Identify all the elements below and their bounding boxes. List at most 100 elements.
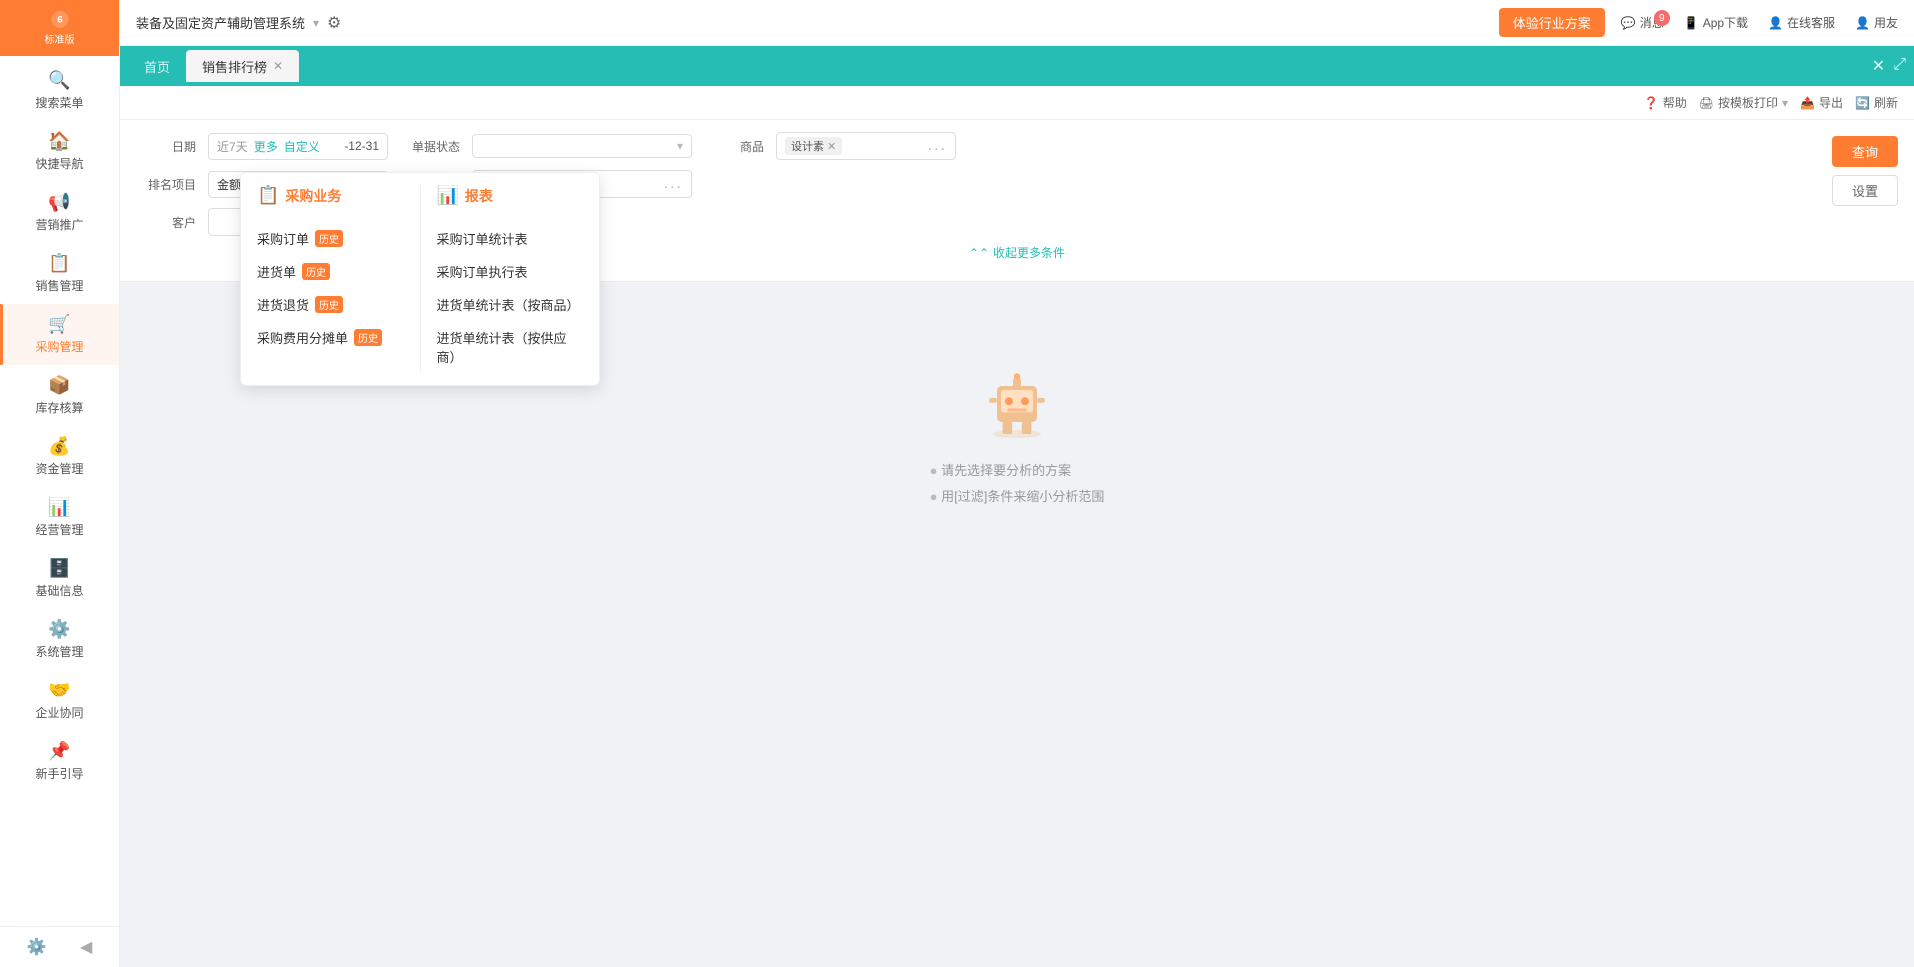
system-title-chevron[interactable]: ▾	[313, 16, 319, 30]
print-chevron-icon[interactable]: ▾	[1782, 96, 1788, 110]
sales-icon: 📋	[48, 253, 70, 274]
header-actions: 体验行业方案 💬 消息 9 📱 App下载 👤 在线客服 👤 用友	[1499, 8, 1898, 37]
query-button[interactable]: 查询	[1832, 136, 1898, 167]
sidebar-item-label: 销售管理	[35, 277, 83, 294]
online-service-button[interactable]: 👤 在线客服	[1768, 14, 1835, 31]
print-button[interactable]: 🖨 按模板打印 ▾	[1699, 94, 1788, 111]
finance-icon: 💰	[48, 436, 70, 457]
status-filter-label: 单据状态	[400, 138, 460, 155]
dropdown-purchase-order[interactable]: 采购订单 历史	[257, 222, 404, 255]
sidebar-item-finance[interactable]: 💰 资金管理	[0, 426, 119, 487]
goods-stats-by-goods-label: 进货单统计表（按商品）	[437, 295, 580, 314]
tab-sales-rank[interactable]: 销售排行榜 ✕	[186, 50, 299, 82]
goods-return-label: 进货退货	[257, 295, 309, 314]
customer-filter-label: 客户	[136, 214, 196, 231]
date-more[interactable]: 更多	[254, 138, 278, 155]
cooperation-icon: 🤝	[48, 680, 70, 701]
refresh-label: 刷新	[1874, 94, 1898, 111]
goods-dots[interactable]: ...	[928, 137, 947, 155]
purchase-order-history-badge[interactable]: 历史	[315, 230, 343, 247]
sidebar-settings-button[interactable]: ⚙️	[27, 937, 47, 957]
sidebar-item-cooperation[interactable]: 🤝 企业协同	[0, 670, 119, 731]
export-button[interactable]: 📤 导出	[1800, 94, 1843, 111]
content-area: ❓ 帮助 🖨 按模板打印 ▾ 📤 导出 🔄 刷新	[120, 86, 1914, 967]
goods-return-history-badge[interactable]: 历史	[315, 296, 343, 313]
goods-filter-input[interactable]: 设计素 ✕ ...	[776, 132, 956, 160]
dropdown-goods-return[interactable]: 进货退货 历史	[257, 288, 404, 321]
tab-close-all-icon[interactable]: ✕	[1872, 56, 1885, 76]
date-filter-input[interactable]: 近7天 更多 自定义 -12-31	[208, 133, 388, 160]
empty-hint-2: 用[过滤]条件来缩小分析范围	[930, 484, 1105, 510]
settings-button[interactable]: 设置	[1832, 175, 1898, 206]
message-icon: 💬	[1621, 16, 1636, 30]
goods-filter-label: 商品	[704, 138, 764, 155]
sidebar-item-label: 库存核算	[35, 399, 83, 416]
tab-bar: 首页 销售排行榜 ✕ ✕ ⤢	[120, 46, 1914, 86]
rank-filter-label: 排名项目	[136, 176, 196, 193]
purchase-dropdown-menu: 📋 采购业务 采购订单 历史 进货单 历史 进货退货 历史 采购费用分摊单	[240, 172, 600, 386]
sidebar-item-label: 资金管理	[35, 460, 83, 477]
tab-home[interactable]: 首页	[128, 50, 186, 82]
dropdown-purchase-order-exec[interactable]: 采购订单执行表	[437, 255, 584, 288]
print-icon: 🖨	[1699, 96, 1714, 110]
avatar-icon: 👤	[1855, 16, 1870, 30]
refresh-button[interactable]: 🔄 刷新	[1855, 94, 1898, 111]
tab-sales-rank-close[interactable]: ✕	[273, 59, 283, 73]
goods-receipt-label: 进货单	[257, 262, 296, 281]
tab-fullscreen-icon[interactable]: ⤢	[1893, 56, 1906, 76]
header-left: 装备及固定资产辅助管理系统 ▾ ⚙	[136, 13, 341, 33]
sidebar-item-operations[interactable]: 📊 经营管理	[0, 487, 119, 548]
report-col-title: 📊 报表	[437, 185, 584, 212]
inventory-icon: 📦	[48, 375, 70, 396]
sidebar-item-search[interactable]: 🔍 搜索菜单	[0, 60, 119, 121]
operations-icon: 📊	[48, 497, 70, 518]
purchase-expense-history-badge[interactable]: 历史	[354, 329, 382, 346]
date-filter-label: 日期	[136, 138, 196, 155]
goods-receipt-history-badge[interactable]: 历史	[302, 263, 330, 280]
user-label: 用友	[1874, 14, 1898, 31]
help-button[interactable]: ❓ 帮助	[1644, 94, 1687, 111]
dropdown-goods-stats-by-supplier[interactable]: 进货单统计表（按供应商）	[437, 321, 584, 373]
purchase-col-icon: 📋	[257, 185, 279, 206]
purchase-col-title: 📋 采购业务	[257, 185, 404, 212]
dropdown-goods-receipt[interactable]: 进货单 历史	[257, 255, 404, 288]
date-custom[interactable]: 自定义	[284, 138, 320, 155]
sidebar-item-label: 采购管理	[35, 338, 83, 355]
goods-tag-close[interactable]: ✕	[827, 140, 836, 153]
collapse-text: 收起更多条件	[993, 244, 1065, 261]
purchase-order-exec-label: 采购订单执行表	[437, 262, 528, 281]
sidebar-item-basic-info[interactable]: 🗄️ 基础信息	[0, 548, 119, 609]
goods-stats-by-supplier-label: 进货单统计表（按供应商）	[437, 328, 584, 366]
header-settings-icon[interactable]: ⚙	[327, 13, 341, 33]
goods-tag[interactable]: 设计素 ✕	[785, 137, 842, 155]
help-icon: ❓	[1644, 96, 1659, 110]
header-right: 💬 消息 9 📱 App下载 👤 在线客服 👤 用友	[1621, 14, 1898, 31]
print-label: 按模板打印	[1718, 94, 1778, 111]
basic-info-icon: 🗄️	[48, 558, 70, 579]
sidebar-item-inventory[interactable]: 📦 库存核算	[0, 365, 119, 426]
sidebar-item-newbie[interactable]: 📌 新手引导	[0, 731, 119, 792]
industry-button[interactable]: 体验行业方案	[1499, 8, 1605, 37]
messages-button[interactable]: 💬 消息 9	[1621, 14, 1664, 31]
sidebar-item-label: 经营管理	[35, 521, 83, 538]
sidebar-item-sales[interactable]: 📋 销售管理	[0, 243, 119, 304]
app-download-button[interactable]: 📱 App下载	[1684, 14, 1748, 31]
sidebar-item-system[interactable]: ⚙️ 系统管理	[0, 609, 119, 670]
sidebar-item-purchase[interactable]: 🛒 采购管理	[0, 304, 119, 365]
sidebar-item-marketing[interactable]: 📢 营销推广	[0, 182, 119, 243]
sidebar-item-label: 搜索菜单	[35, 94, 83, 111]
dropdown-purchase-order-stats[interactable]: 采购订单统计表	[437, 222, 584, 255]
goods-tag-text: 设计素	[791, 138, 824, 154]
sidebar: 6 标准版 🔍 搜索菜单 🏠 快捷导航 📢 营销推广 📋 销售管理 🛒 采购管理…	[0, 0, 120, 967]
staff-dots[interactable]: ...	[664, 175, 683, 193]
sidebar-collapse-button[interactable]: ◀	[80, 937, 92, 957]
sidebar-logo: 6 标准版	[0, 0, 119, 56]
export-icon: 📤	[1800, 96, 1815, 110]
dropdown-goods-stats-by-goods[interactable]: 进货单统计表（按商品）	[437, 288, 584, 321]
sidebar-item-quick-nav[interactable]: 🏠 快捷导航	[0, 121, 119, 182]
logo-icon: 6	[44, 10, 76, 29]
user-button[interactable]: 👤 用友	[1855, 14, 1898, 31]
status-filter-select[interactable]: ▾	[472, 134, 692, 158]
dropdown-purchase-expense[interactable]: 采购费用分摊单 历史	[257, 321, 404, 354]
system-icon: ⚙️	[48, 619, 70, 640]
